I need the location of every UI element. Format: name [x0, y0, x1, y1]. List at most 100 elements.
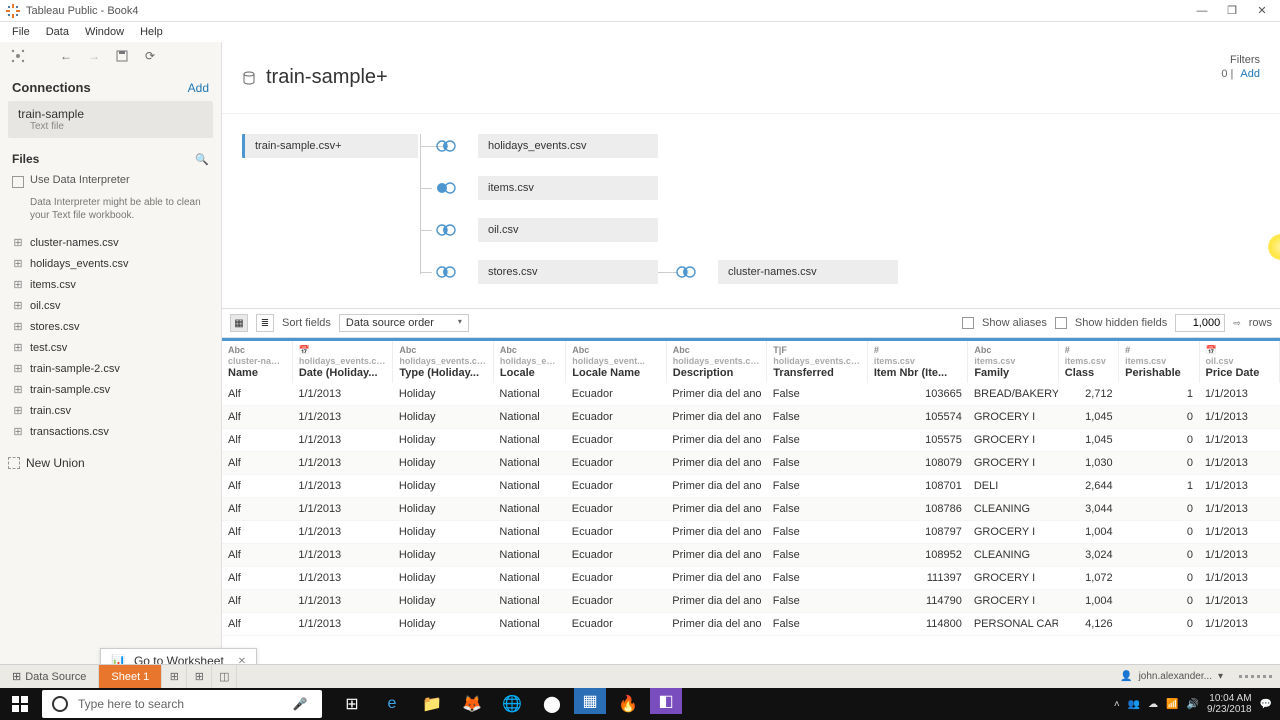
table-row[interactable]: Alf1/1/2013HolidayNationalEcuadorPrimer …	[222, 498, 1280, 521]
file-item[interactable]: ⊞train.csv	[4, 400, 217, 421]
datasource-title[interactable]: train-sample+	[266, 66, 388, 89]
app-icon-4[interactable]: ◧	[650, 688, 682, 714]
menu-file[interactable]: File	[4, 24, 38, 40]
data-grid[interactable]: Abccluster-names...Name📅holidays_events.…	[222, 341, 1280, 698]
table-row[interactable]: Alf1/1/2013HolidayNationalEcuadorPrimer …	[222, 590, 1280, 613]
node-items[interactable]: items.csv	[478, 176, 658, 200]
interpreter-checkbox[interactable]	[12, 176, 24, 188]
tray-up-icon[interactable]: ˄	[1114, 699, 1120, 710]
maximize-button[interactable]: ❐	[1226, 5, 1238, 17]
node-stores[interactable]: stores.csv	[478, 260, 658, 284]
notifications-icon[interactable]: 💬	[1260, 699, 1272, 710]
file-item[interactable]: ⊞items.csv	[4, 274, 217, 295]
column-header[interactable]: Abcholidays_event...Locale Name	[566, 341, 667, 383]
node-cluster[interactable]: cluster-names.csv	[718, 260, 898, 284]
table-row[interactable]: Alf1/1/2013HolidayNationalEcuadorPrimer …	[222, 475, 1280, 498]
refresh-icon[interactable]: ⟳	[142, 48, 158, 64]
back-icon[interactable]: ←	[58, 48, 74, 64]
forward-icon[interactable]: →	[86, 48, 102, 64]
onedrive-icon[interactable]: ☁	[1148, 699, 1158, 710]
rows-arrow-icon[interactable]: ⇨	[1233, 318, 1241, 329]
table-row[interactable]: Alf1/1/2013HolidayNationalEcuadorPrimer …	[222, 452, 1280, 475]
file-item[interactable]: ⊞test.csv	[4, 337, 217, 358]
explorer-icon[interactable]: 📁	[414, 688, 450, 720]
column-header[interactable]: #items.csvPerishable	[1119, 341, 1199, 383]
column-header[interactable]: #items.csvItem Nbr (Ite...	[867, 341, 968, 383]
search-files-icon[interactable]: 🔍	[195, 153, 209, 166]
new-union-button[interactable]: New Union	[0, 450, 221, 476]
add-filter-link[interactable]: Add	[1240, 68, 1260, 80]
tab-data-source[interactable]: ⊞ Data Source	[0, 665, 99, 688]
mic-icon[interactable]: 🎤	[288, 697, 312, 711]
node-oil[interactable]: oil.csv	[478, 218, 658, 242]
edge-icon[interactable]: e	[374, 688, 410, 720]
grid-view-button[interactable]: ▦	[230, 314, 248, 332]
column-header[interactable]: #items.csvClass	[1058, 341, 1118, 383]
node-primary[interactable]: train-sample.csv+	[242, 134, 418, 158]
table-row[interactable]: Alf1/1/2013HolidayNationalEcuadorPrimer …	[222, 406, 1280, 429]
chrome-icon[interactable]: 🌐	[494, 688, 530, 720]
volume-icon[interactable]: 🔊	[1187, 699, 1199, 710]
file-item[interactable]: ⊞stores.csv	[4, 316, 217, 337]
tab-sheet-1[interactable]: Sheet 1	[99, 665, 162, 688]
table-row[interactable]: Alf1/1/2013HolidayNationalEcuadorPrimer …	[222, 521, 1280, 544]
save-icon[interactable]	[114, 48, 130, 64]
clock[interactable]: 10:04 AM 9/23/2018	[1207, 693, 1252, 715]
table-row[interactable]: Alf1/1/2013HolidayNationalEcuadorPrimer …	[222, 383, 1280, 406]
file-item[interactable]: ⊞cluster-names.csv	[4, 232, 217, 253]
table-row[interactable]: Alf1/1/2013HolidayNationalEcuadorPrimer …	[222, 544, 1280, 567]
column-header[interactable]: Abccluster-names...Name	[222, 341, 292, 383]
menu-data[interactable]: Data	[38, 24, 77, 40]
menu-window[interactable]: Window	[77, 24, 132, 40]
column-header[interactable]: Abcholidays_events...Locale	[493, 341, 565, 383]
file-item[interactable]: ⊞transactions.csv	[4, 421, 217, 442]
task-view-icon[interactable]: ⊞	[334, 688, 370, 720]
join-holidays-icon[interactable]	[434, 140, 458, 152]
column-header[interactable]: Abcholidays_events.csvDescription	[666, 341, 767, 383]
wifi-icon[interactable]: 📶	[1166, 699, 1178, 710]
aliases-checkbox[interactable]	[962, 317, 974, 329]
hidden-checkbox[interactable]	[1055, 317, 1067, 329]
minimize-button[interactable]: —	[1196, 5, 1208, 17]
new-dashboard-button[interactable]: ⊞	[187, 665, 212, 688]
add-connection-link[interactable]: Add	[188, 81, 209, 95]
join-stores-icon[interactable]	[434, 266, 458, 278]
join-items-icon[interactable]	[434, 182, 458, 194]
join-canvas[interactable]: train-sample.csv+ holidays_events.csv it…	[222, 114, 1280, 308]
app-icon-1[interactable]: ⬤	[534, 688, 570, 720]
firefox-icon[interactable]: 🦊	[454, 688, 490, 720]
file-item[interactable]: ⊞oil.csv	[4, 295, 217, 316]
column-header[interactable]: Abcholidays_events.csvType (Holiday...	[393, 341, 494, 383]
view-controls[interactable]	[1231, 665, 1280, 688]
sort-select[interactable]: Data source order	[339, 314, 469, 332]
connection-item[interactable]: train-sample Text file	[8, 101, 213, 138]
people-icon[interactable]: 👥	[1128, 699, 1140, 710]
file-item[interactable]: ⊞train-sample.csv	[4, 379, 217, 400]
column-header[interactable]: 📅oil.csvPrice Date	[1199, 341, 1279, 383]
node-holidays[interactable]: holidays_events.csv	[478, 134, 658, 158]
app-icon-3[interactable]: 🔥	[610, 688, 646, 720]
user-dropdown-icon[interactable]: ▾	[1218, 671, 1223, 682]
table-row[interactable]: Alf1/1/2013HolidayNationalEcuadorPrimer …	[222, 613, 1280, 636]
add-connection-icon[interactable]	[10, 48, 26, 64]
table-row[interactable]: Alf1/1/2013HolidayNationalEcuadorPrimer …	[222, 429, 1280, 452]
file-item[interactable]: ⊞holidays_events.csv	[4, 253, 217, 274]
user-name[interactable]: john.alexander...	[1139, 671, 1212, 682]
close-button[interactable]: ✕	[1256, 5, 1268, 17]
table-row[interactable]: Alf1/1/2013HolidayNationalEcuadorPrimer …	[222, 567, 1280, 590]
system-tray[interactable]: ˄ 👥 ☁ 📶 🔊 10:04 AM 9/23/2018 💬	[1106, 693, 1280, 715]
new-story-button[interactable]: ◫	[212, 665, 237, 688]
list-view-button[interactable]: ≣	[256, 314, 274, 332]
rows-input[interactable]	[1175, 314, 1225, 332]
column-header[interactable]: 📅holidays_events.csvDate (Holiday...	[292, 341, 393, 383]
taskbar-search[interactable]: Type here to search 🎤	[42, 690, 322, 718]
column-header[interactable]: T|Fholidays_events.csvTransferred	[767, 341, 868, 383]
file-item[interactable]: ⊞train-sample-2.csv	[4, 358, 217, 379]
menu-help[interactable]: Help	[132, 24, 171, 40]
join-oil-icon[interactable]	[434, 224, 458, 236]
new-worksheet-button[interactable]: ⊞	[162, 665, 187, 688]
join-cluster-icon[interactable]	[674, 266, 698, 278]
column-header[interactable]: Abcitems.csvFamily	[968, 341, 1058, 383]
app-icon-2[interactable]: ▦	[574, 688, 606, 714]
start-button[interactable]	[0, 688, 40, 720]
